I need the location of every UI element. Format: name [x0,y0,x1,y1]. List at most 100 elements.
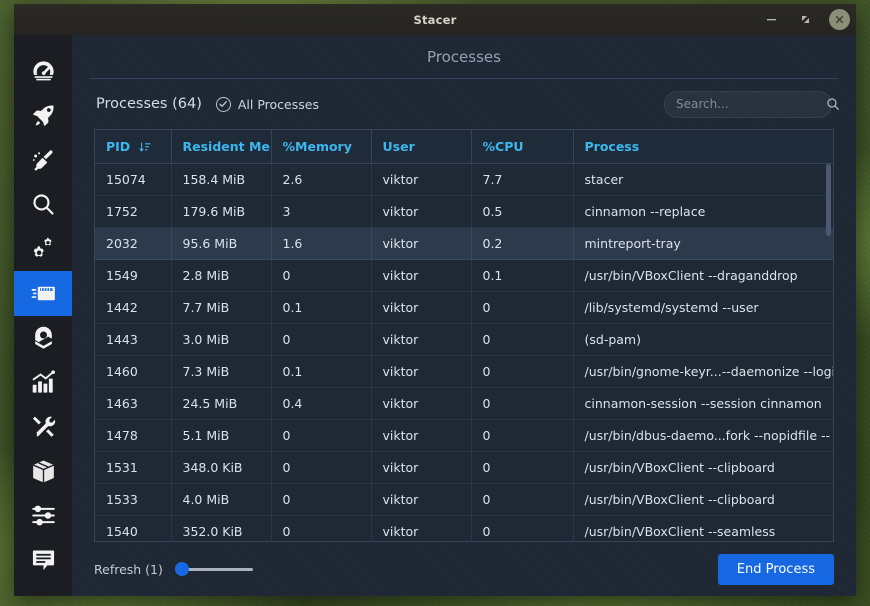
cell-process: mintreport-tray [573,228,833,260]
sidebar-item-services[interactable] [14,227,72,271]
cell-cpu-percent: 0 [471,356,573,388]
title-bar[interactable]: Stacer [14,4,856,35]
cell-process: cinnamon --replace [573,196,833,228]
table-row[interactable]: 14427.7 MiB0.1viktor0/lib/systemd/system… [95,292,833,324]
column-header-process[interactable]: Process [573,130,833,164]
table-row[interactable]: 14607.3 MiB0.1viktor0/usr/bin/gnome-keyr… [95,356,833,388]
stacer-window: Stacer [14,4,856,596]
all-processes-checkbox[interactable]: All Processes [216,97,319,112]
cell-memory-percent: 0 [271,420,371,452]
column-header-memory-percent[interactable]: %Memory [271,130,371,164]
cell-memory-percent: 0.1 [271,292,371,324]
toolbar: Processes (64) All Processes [72,79,856,129]
cell-pid: 1549 [95,260,171,292]
table-row[interactable]: 203295.6 MiB1.6viktor0.2mintreport-tray [95,228,833,260]
slider-handle[interactable] [175,562,189,576]
sliders-icon [30,502,57,529]
sidebar-item-startup-apps[interactable] [14,93,72,137]
column-header-resident-memory[interactable]: Resident Me [171,130,271,164]
maximize-button[interactable] [795,10,815,30]
search-container [664,91,832,118]
refresh-interval-slider[interactable] [175,561,253,577]
bar-chart-icon [30,369,57,396]
content-area: Processes Processes (64) All Processes [72,35,856,596]
table-row[interactable]: 1531348.0 KiB0viktor0/usr/bin/VBoxClient… [95,452,833,484]
cell-memory-percent: 0 [271,260,371,292]
cell-user: viktor [371,228,471,260]
footer-bar: Refresh (1) End Process [72,542,856,596]
cell-pid: 1531 [95,452,171,484]
table-row[interactable]: 15334.0 MiB0viktor0/usr/bin/VBoxClient -… [95,484,833,516]
cell-pid: 1533 [95,484,171,516]
column-header-cpu-percent[interactable]: %CPU [471,130,573,164]
cell-memory-percent: 0 [271,452,371,484]
sidebar-item-search[interactable] [14,182,72,226]
cell-user: viktor [371,356,471,388]
sidebar-item-processes[interactable] [14,271,72,315]
sidebar-item-tools[interactable] [14,404,72,448]
wrench-screwdriver-icon [30,413,57,440]
close-button[interactable] [829,9,850,30]
gears-icon [30,235,57,262]
sidebar-item-dashboard[interactable] [14,49,72,93]
column-header-pid-label: PID [106,139,130,154]
cell-memory-percent: 0 [271,484,371,516]
cell-process: /lib/systemd/systemd --user [573,292,833,324]
cell-memory-percent: 0.1 [271,356,371,388]
all-processes-label: All Processes [238,97,319,112]
minimize-button[interactable] [761,10,781,30]
cell-resident-memory: 4.0 MiB [171,484,271,516]
cell-user: viktor [371,388,471,420]
cell-user: viktor [371,484,471,516]
page-header: Processes [90,35,838,79]
cell-process: /usr/bin/VBoxClient --clipboard [573,484,833,516]
table-body: 15074158.4 MiB2.6viktor7.7stacer1752179.… [95,164,833,543]
cell-cpu-percent: 0 [471,388,573,420]
search-input[interactable] [676,97,826,111]
cell-process: /usr/bin/VBoxClient --draganddrop [573,260,833,292]
sort-descending-icon[interactable] [139,141,151,153]
cell-pid: 15074 [95,164,171,196]
table-row[interactable]: 1540352.0 KiB0viktor0/usr/bin/VBoxClient… [95,516,833,543]
table-row[interactable]: 15492.8 MiB0viktor0.1/usr/bin/VBoxClient… [95,260,833,292]
refresh-label: Refresh (1) [94,562,163,577]
table-row[interactable]: 14433.0 MiB0viktor0(sd-pam) [95,324,833,356]
table-row[interactable]: 15074158.4 MiB2.6viktor7.7stacer [95,164,833,196]
table-row[interactable]: 14785.1 MiB0viktor0/usr/bin/dbus-daemo..… [95,420,833,452]
sidebar-item-packages[interactable] [14,449,72,493]
cell-cpu-percent: 0 [471,292,573,324]
table-row[interactable]: 146324.5 MiB0.4viktor0cinnamon-session -… [95,388,833,420]
sidebar-item-settings[interactable] [14,493,72,537]
cell-cpu-percent: 0 [471,420,573,452]
search-box[interactable] [664,91,832,118]
table-header: PID [95,130,833,164]
cell-process: /usr/bin/VBoxClient --seamless [573,516,833,543]
cell-process: /usr/bin/gnome-keyr...--daemonize --logi… [573,356,833,388]
sidebar [14,35,72,596]
cell-cpu-percent: 7.7 [471,164,573,196]
cell-memory-percent: 0 [271,324,371,356]
cell-resident-memory: 5.1 MiB [171,420,271,452]
cell-memory-percent: 0 [271,516,371,543]
cell-pid: 1540 [95,516,171,543]
cell-user: viktor [371,164,471,196]
check-circle-icon [216,97,231,112]
cell-cpu-percent: 0.1 [471,260,573,292]
cell-user: viktor [371,324,471,356]
sidebar-item-uninstaller[interactable] [14,316,72,360]
cell-resident-memory: 2.8 MiB [171,260,271,292]
sidebar-item-resources[interactable] [14,360,72,404]
cell-memory-percent: 2.6 [271,164,371,196]
magnifier-icon [30,191,57,218]
cell-pid: 2032 [95,228,171,260]
end-process-button[interactable]: End Process [718,554,834,585]
cell-resident-memory: 158.4 MiB [171,164,271,196]
column-header-pid[interactable]: PID [95,130,171,164]
search-icon[interactable] [826,97,840,111]
table-scrollbar-thumb[interactable] [826,164,831,236]
sidebar-item-feedback[interactable] [14,538,72,582]
sidebar-item-system-cleaner[interactable] [14,138,72,182]
column-header-user[interactable]: User [371,130,471,164]
table-row[interactable]: 1752179.6 MiB3viktor0.5cinnamon --replac… [95,196,833,228]
cell-process: /usr/bin/dbus-daemo...fork --nopidfile -… [573,420,833,452]
